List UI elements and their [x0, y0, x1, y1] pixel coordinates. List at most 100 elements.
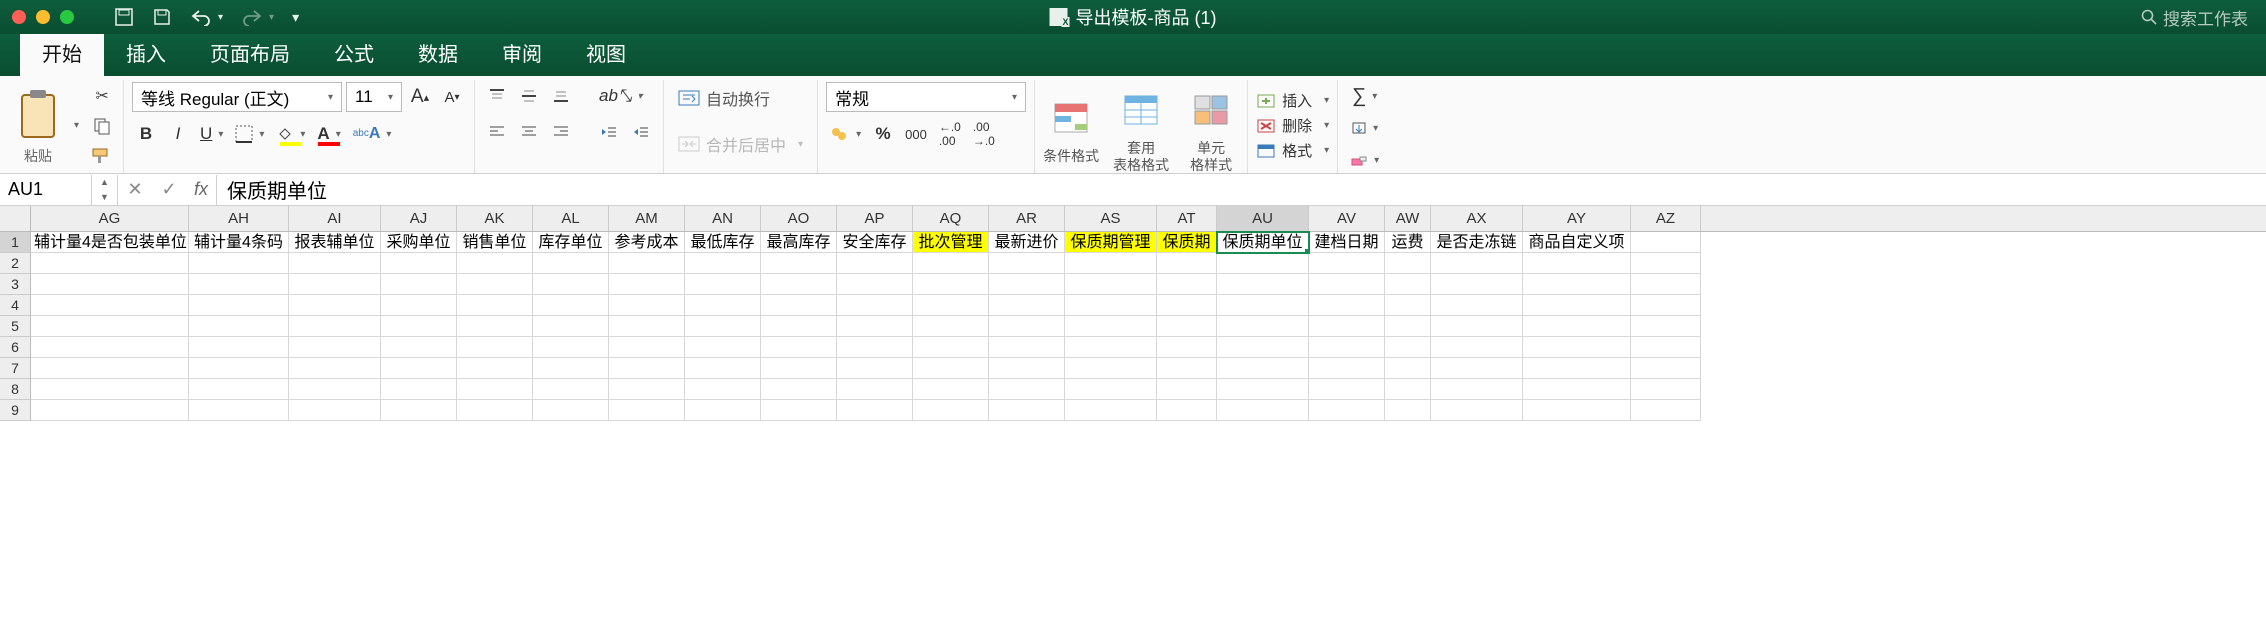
fullscreen-window-button[interactable]: [60, 10, 74, 24]
sheet-search[interactable]: 搜索工作表: [2141, 5, 2248, 30]
row-header-9[interactable]: 9: [0, 400, 31, 421]
cell-AU4[interactable]: [1217, 295, 1309, 316]
cell-AT8[interactable]: [1157, 379, 1217, 400]
bold-button[interactable]: B: [132, 120, 160, 148]
cell-AY9[interactable]: [1523, 400, 1631, 421]
cell-AT2[interactable]: [1157, 253, 1217, 274]
cell-AW2[interactable]: [1385, 253, 1431, 274]
clear-button[interactable]: ▾: [1346, 146, 1383, 174]
column-header-AK[interactable]: AK: [457, 206, 533, 231]
column-header-AZ[interactable]: AZ: [1631, 206, 1701, 231]
cell-AN9[interactable]: [685, 400, 761, 421]
cell-AX3[interactable]: [1431, 274, 1523, 295]
cell-AP9[interactable]: [837, 400, 913, 421]
cell-AI2[interactable]: [289, 253, 381, 274]
decrease-font-button[interactable]: A▾: [438, 83, 466, 111]
close-window-button[interactable]: [12, 10, 26, 24]
cell-AY4[interactable]: [1523, 295, 1631, 316]
format-cells-button[interactable]: 格式▾: [1256, 140, 1329, 161]
cell-AQ5[interactable]: [913, 316, 989, 337]
cell-AV6[interactable]: [1309, 337, 1385, 358]
column-header-AU[interactable]: AU: [1217, 206, 1309, 231]
number-format-select[interactable]: 常规▾: [826, 82, 1026, 112]
fill-color-button[interactable]: ▾: [272, 120, 309, 148]
cell-AG9[interactable]: [31, 400, 189, 421]
cell-AG3[interactable]: [31, 274, 189, 295]
cell-AV5[interactable]: [1309, 316, 1385, 337]
column-header-AQ[interactable]: AQ: [913, 206, 989, 231]
cell-AI9[interactable]: [289, 400, 381, 421]
cell-AG5[interactable]: [31, 316, 189, 337]
cell-AR1[interactable]: 最新进价: [989, 232, 1065, 253]
cell-AL7[interactable]: [533, 358, 609, 379]
cell-AJ8[interactable]: [381, 379, 457, 400]
cell-AV1[interactable]: 建档日期: [1309, 232, 1385, 253]
column-header-AS[interactable]: AS: [1065, 206, 1157, 231]
cell-AX4[interactable]: [1431, 295, 1523, 316]
cell-AU3[interactable]: [1217, 274, 1309, 295]
cell-AU9[interactable]: [1217, 400, 1309, 421]
cell-AY1[interactable]: 商品自定义项: [1523, 232, 1631, 253]
cell-AR2[interactable]: [989, 253, 1065, 274]
cell-AN4[interactable]: [685, 295, 761, 316]
cell-AS9[interactable]: [1065, 400, 1157, 421]
cell-AS7[interactable]: [1065, 358, 1157, 379]
cell-AT9[interactable]: [1157, 400, 1217, 421]
cell-AR4[interactable]: [989, 295, 1065, 316]
cell-AL3[interactable]: [533, 274, 609, 295]
cell-AH9[interactable]: [189, 400, 289, 421]
increase-decimal-button[interactable]: ←.0.00: [935, 120, 965, 148]
cell-AY7[interactable]: [1523, 358, 1631, 379]
cell-AP5[interactable]: [837, 316, 913, 337]
cell-AZ5[interactable]: [1631, 316, 1701, 337]
cell-AR6[interactable]: [989, 337, 1065, 358]
cell-AS5[interactable]: [1065, 316, 1157, 337]
save-icon[interactable]: [152, 7, 172, 27]
row-header-1[interactable]: 1: [0, 232, 31, 253]
cell-AM7[interactable]: [609, 358, 685, 379]
cell-AM1[interactable]: 参考成本: [609, 232, 685, 253]
cell-AX8[interactable]: [1431, 379, 1523, 400]
cell-AV2[interactable]: [1309, 253, 1385, 274]
column-header-AH[interactable]: AH: [189, 206, 289, 231]
column-header-AV[interactable]: AV: [1309, 206, 1385, 231]
increase-font-button[interactable]: A▴: [406, 83, 434, 111]
fx-icon[interactable]: fx: [186, 175, 217, 205]
cell-AQ8[interactable]: [913, 379, 989, 400]
cell-AX1[interactable]: 是否走冻链: [1431, 232, 1523, 253]
italic-button[interactable]: I: [164, 120, 192, 148]
cell-AP7[interactable]: [837, 358, 913, 379]
cell-AM3[interactable]: [609, 274, 685, 295]
formula-input[interactable]: [217, 175, 2266, 205]
cell-AM5[interactable]: [609, 316, 685, 337]
column-header-AT[interactable]: AT: [1157, 206, 1217, 231]
select-all-corner[interactable]: [0, 206, 31, 231]
cell-AU8[interactable]: [1217, 379, 1309, 400]
cell-AW3[interactable]: [1385, 274, 1431, 295]
cell-AX2[interactable]: [1431, 253, 1523, 274]
orientation-button[interactable]: ab⤡▾: [595, 82, 647, 110]
cell-AZ9[interactable]: [1631, 400, 1701, 421]
cell-AZ6[interactable]: [1631, 337, 1701, 358]
cell-AM4[interactable]: [609, 295, 685, 316]
cell-AP3[interactable]: [837, 274, 913, 295]
format-as-table-button[interactable]: 套用表格格式: [1113, 82, 1169, 174]
cell-AG4[interactable]: [31, 295, 189, 316]
cell-AK8[interactable]: [457, 379, 533, 400]
cell-AS4[interactable]: [1065, 295, 1157, 316]
cell-AX7[interactable]: [1431, 358, 1523, 379]
row-header-3[interactable]: 3: [0, 274, 31, 295]
cell-AR8[interactable]: [989, 379, 1065, 400]
cell-AJ4[interactable]: [381, 295, 457, 316]
cell-AU1[interactable]: 保质期单位: [1217, 232, 1309, 253]
cell-AU2[interactable]: [1217, 253, 1309, 274]
cell-AZ4[interactable]: [1631, 295, 1701, 316]
undo-button[interactable]: ▾: [190, 8, 223, 26]
redo-button[interactable]: ▾: [241, 8, 274, 26]
cell-AJ1[interactable]: 采购单位: [381, 232, 457, 253]
cell-AS2[interactable]: [1065, 253, 1157, 274]
cell-AI8[interactable]: [289, 379, 381, 400]
cell-AV8[interactable]: [1309, 379, 1385, 400]
cell-AK4[interactable]: [457, 295, 533, 316]
cell-AZ7[interactable]: [1631, 358, 1701, 379]
